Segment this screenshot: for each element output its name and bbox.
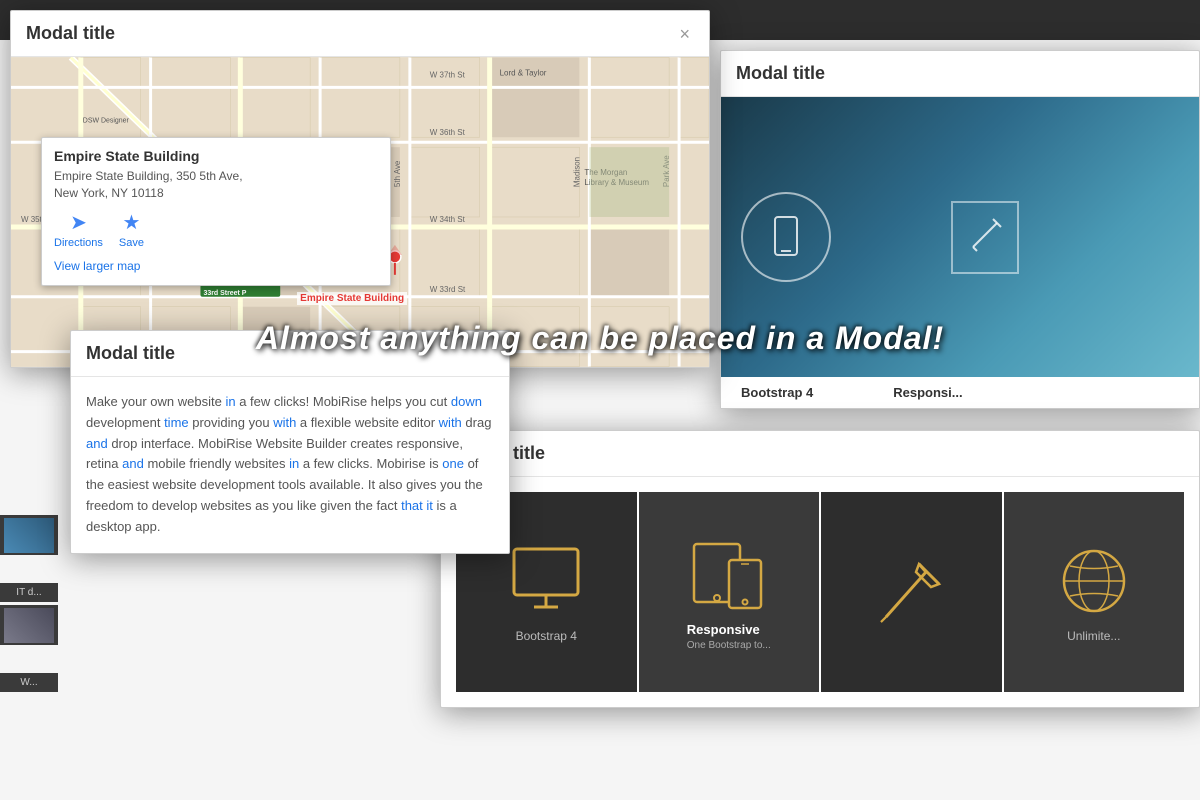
text-highlight-7: and [122,456,144,471]
modal-text-title: Modal title [86,343,175,364]
modal-text: Modal title Make your own website in a f… [70,330,510,554]
text-segment-6: drag [462,415,492,430]
edit-pencil-icon [871,552,951,632]
svg-text:Lord & Taylor: Lord & Taylor [500,68,547,77]
responsive-icon [689,534,769,614]
sidebar-thumbnail-2 [0,605,58,645]
directions-button[interactable]: ➤ Directions [54,210,103,249]
sidebar-thumbnail-1 [0,515,58,555]
modal-icons: Modal title Bootstrap 4 Respon [440,430,1200,708]
icon-card-2-label: Responsive One Bootstrap to... [687,622,771,651]
text-highlight-4: with [273,415,296,430]
location-address: Empire State Building, 350 5th Ave, New … [54,168,378,202]
edit-icon-box [951,201,1019,274]
text-segment-4: providing you [189,415,274,430]
svg-text:W 34th St: W 34th St [430,215,466,224]
globe-icon [1054,541,1134,621]
text-segment-3: development [86,415,164,430]
modal-bootstrap-body: Bootstrap 4 Responsi... [721,97,1199,408]
modal-map-title: Modal title [26,23,115,44]
text-segment-1: Make your own website [86,394,225,409]
directions-icon: ➤ [70,210,87,235]
modal-map: Modal title × [10,10,710,368]
map-pin-label: Empire State Building [297,292,407,305]
phone-icon [761,212,811,262]
svg-text:DSW Designer: DSW Designer [83,117,130,124]
icon-card-globe: Unlimite... [1004,492,1185,692]
modal-map-header: Modal title × [11,11,709,57]
text-highlight-2: down [451,394,482,409]
edit-icon [965,215,1005,255]
modal-bootstrap-header: Modal title [721,51,1199,97]
text-highlight-10: that [401,498,423,513]
text-highlight-8: in [289,456,299,471]
icon-card-responsive: Responsive One Bootstrap to... [639,492,820,692]
text-highlight-6: and [86,436,108,451]
modal-bootstrap-title: Modal title [736,63,825,84]
center-overlay-text: Almost anything can be placed in a Modal… [256,320,944,357]
modal-text-content: Make your own website in a few clicks! M… [86,392,494,538]
location-name: Empire State Building [54,148,378,164]
icon-card-4-label: Unlimite... [1067,629,1120,643]
view-larger-map-link[interactable]: View larger map [54,259,140,273]
phone-icon-circle [741,192,831,282]
map-actions: ➤ Directions ★ Save [54,210,378,249]
text-highlight-9: one [442,456,464,471]
svg-text:W 37th St: W 37th St [430,70,466,79]
text-highlight-3: time [164,415,189,430]
svg-text:33rd Street P: 33rd Street P [203,290,246,297]
icon-card-1-label: Bootstrap 4 [516,629,577,643]
text-segment-2: a few clicks! MobiRise helps you cut [236,394,451,409]
save-icon: ★ [122,210,140,235]
desktop-icon [506,541,586,621]
modal-text-body: Make your own website in a few clicks! M… [71,377,509,553]
bootstrap-label-2: Responsi... [893,385,962,400]
modal-icons-body: Bootstrap 4 Responsive One Bootstrap to.… [441,477,1199,707]
sidebar-label-2: W... [0,673,58,692]
save-button[interactable]: ★ Save [119,210,144,249]
bootstrap-label-1: Bootstrap 4 [741,385,813,400]
modal-icons-header: Modal title [441,431,1199,477]
svg-text:5th Ave: 5th Ave [393,160,402,187]
svg-text:Madison: Madison [572,157,581,187]
bootstrap-labels: Bootstrap 4 Responsi... [721,377,1199,408]
map-popup: Empire State Building Empire State Build… [41,137,391,286]
svg-text:W 33rd St: W 33rd St [430,285,466,294]
modal-map-close[interactable]: × [675,25,694,43]
text-segment-5: a flexible website editor [296,415,438,430]
text-segment-8: mobile friendly websites [144,456,289,471]
sidebar-label-1: IT d... [0,583,58,602]
svg-text:W 36th St: W 36th St [430,128,466,137]
text-highlight-1: in [225,394,235,409]
text-highlight-5: with [439,415,462,430]
icon-card-edit [821,492,1002,692]
text-segment-9: a few clicks. Mobirise is [299,456,442,471]
